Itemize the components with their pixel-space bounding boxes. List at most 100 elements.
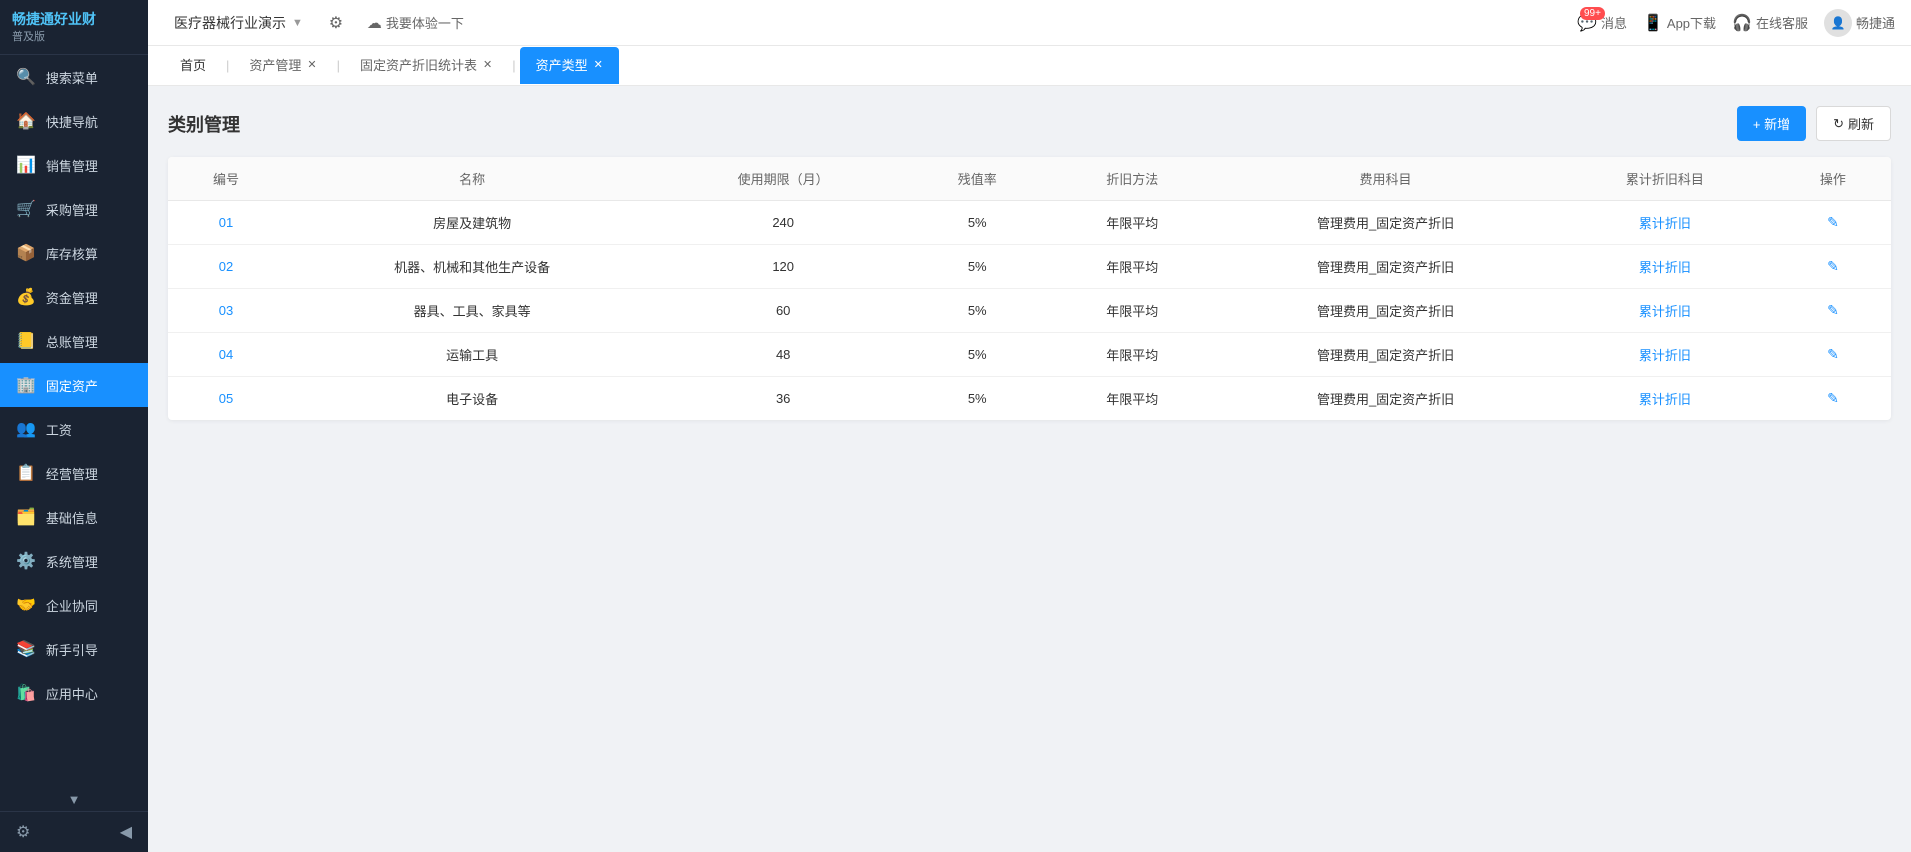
cell-residual: 5% — [906, 245, 1048, 289]
message-label: 消息 — [1601, 13, 1627, 32]
sidebar-item-ledger[interactable]: 📒总账管理 — [0, 319, 148, 363]
cell-expense: 管理费用_固定资产折旧 — [1216, 201, 1555, 245]
cell-code: 05 — [168, 377, 284, 421]
cell-method: 年限平均 — [1048, 333, 1216, 377]
sidebar-item-label-search: 搜索菜单 — [46, 68, 98, 87]
sidebar-item-payroll[interactable]: 👥工资 — [0, 407, 148, 451]
company-name: 医疗器械行业演示 — [174, 13, 286, 33]
sidebar-collapse-icon[interactable]: ◀ — [120, 822, 132, 842]
asset-type-table: 编号名称使用期限（月）残值率折旧方法费用科目累计折旧科目操作 01房屋及建筑物2… — [168, 157, 1891, 420]
topbar-action-app_download[interactable]: 📱App下载 — [1643, 13, 1716, 33]
cell-code: 04 — [168, 333, 284, 377]
sidebar-item-label-capital: 资金管理 — [46, 288, 98, 307]
edit-icon-2[interactable]: ✎ — [1827, 302, 1839, 318]
topbar-action-customer_service[interactable]: 🎧在线客服 — [1732, 13, 1808, 33]
topbar-action-user[interactable]: 👤畅捷通 — [1824, 9, 1895, 37]
sidebar-item-inventory[interactable]: 📦库存核算 — [0, 231, 148, 275]
cloud-icon: ☁ — [367, 14, 382, 32]
table-row: 05电子设备365%年限平均管理费用_固定资产折旧累计折旧✎ — [168, 377, 1891, 421]
cell-period: 48 — [660, 333, 906, 377]
sidebar-item-newbie[interactable]: 📚新手引导 — [0, 627, 148, 671]
cell-method: 年限平均 — [1048, 377, 1216, 421]
edit-icon-0[interactable]: ✎ — [1827, 214, 1839, 230]
sidebar-item-label-operations: 经营管理 — [46, 464, 98, 483]
sidebar-item-appstore[interactable]: 🛍️ 应用中心 — [0, 671, 148, 715]
sidebar-item-capital[interactable]: 💰资金管理 — [0, 275, 148, 319]
nav-icon-inventory: 📦 — [16, 243, 36, 263]
refresh-button[interactable]: ↻ 刷新 — [1816, 106, 1891, 141]
cell-name: 器具、工具、家具等 — [284, 289, 660, 333]
tab-close-asset_mgmt[interactable]: ✕ — [307, 58, 316, 71]
cell-code: 03 — [168, 289, 284, 333]
col-header-名称: 名称 — [284, 157, 660, 201]
tabbar: 首页|资产管理 ✕|固定资产折旧统计表 ✕|资产类型 ✕ — [148, 46, 1911, 86]
sidebar-item-label-fixed: 固定资产 — [46, 376, 98, 395]
cell-accumulated: 累计折旧 — [1555, 289, 1775, 333]
cell-residual: 5% — [906, 377, 1048, 421]
edit-icon-1[interactable]: ✎ — [1827, 258, 1839, 274]
company-settings-button[interactable]: ⚙ — [321, 8, 351, 38]
sidebar-item-collab[interactable]: 🤝企业协同 — [0, 583, 148, 627]
table-row: 02机器、机械和其他生产设备1205%年限平均管理费用_固定资产折旧累计折旧✎ — [168, 245, 1891, 289]
cell-edit[interactable]: ✎ — [1775, 289, 1891, 333]
cell-accumulated: 累计折旧 — [1555, 201, 1775, 245]
page-header: 类别管理 + 新增 ↻ 刷新 — [168, 106, 1891, 141]
sidebar: 畅捷通好业财 普及版 🔍搜索菜单🏠快捷导航📊销售管理🛒采购管理📦库存核算💰资金管… — [0, 0, 148, 852]
nav-icon-system: ⚙️ — [16, 551, 36, 571]
col-header-累计折旧科目: 累计折旧科目 — [1555, 157, 1775, 201]
cell-method: 年限平均 — [1048, 201, 1216, 245]
edit-icon-3[interactable]: ✎ — [1827, 346, 1839, 362]
cell-edit[interactable]: ✎ — [1775, 201, 1891, 245]
cell-accumulated: 累计折旧 — [1555, 245, 1775, 289]
sidebar-item-sales[interactable]: 📊销售管理 — [0, 143, 148, 187]
cell-name: 电子设备 — [284, 377, 660, 421]
topbar: 医疗器械行业演示 ▼ ⚙ ☁ 我要体验一下 💬99+消息 📱App下载 🎧在线客服 👤… — [148, 0, 1911, 46]
tab-home[interactable]: 首页 — [164, 47, 222, 84]
nav-icon-sales: 📊 — [16, 155, 36, 175]
tab-asset_mgmt[interactable]: 资产管理 ✕ — [233, 47, 332, 84]
company-dropdown-icon[interactable]: ▼ — [292, 17, 303, 29]
tab-asset_type[interactable]: 资产类型 ✕ — [520, 47, 619, 84]
sidebar-item-operations[interactable]: 📋经营管理 — [0, 451, 148, 495]
page-title: 类别管理 — [168, 111, 240, 137]
sidebar-item-basics[interactable]: 🗂️基础信息 — [0, 495, 148, 539]
cell-edit[interactable]: ✎ — [1775, 333, 1891, 377]
cell-code: 01 — [168, 201, 284, 245]
sidebar-item-search[interactable]: 🔍搜索菜单 — [0, 55, 148, 99]
sidebar-item-label-appstore: 应用中心 — [46, 684, 98, 703]
sidebar-item-quicknav[interactable]: 🏠 快捷导航 — [0, 99, 148, 143]
sidebar-item-label-collab: 企业协同 — [46, 596, 98, 615]
tab-label-asset_mgmt: 资产管理 — [249, 55, 301, 74]
sidebar-item-purchase[interactable]: 🛒 采购管理 — [0, 187, 148, 231]
nav-icon-purchase: 🛒 — [16, 199, 36, 219]
nav-icon-quicknav: 🏠 — [16, 111, 36, 131]
sidebar-item-fixed[interactable]: 🏢固定资产 — [0, 363, 148, 407]
topbar-action-message[interactable]: 💬99+消息 — [1577, 13, 1627, 33]
try-label: 我要体验一下 — [386, 13, 464, 32]
sidebar-item-label-basics: 基础信息 — [46, 508, 98, 527]
sidebar-scroll-btn[interactable]: ▼ — [0, 788, 148, 811]
cell-edit[interactable]: ✎ — [1775, 377, 1891, 421]
cell-period: 60 — [660, 289, 906, 333]
company-selector[interactable]: 医疗器械行业演示 ▼ — [164, 9, 313, 37]
col-header-使用期限（月）: 使用期限（月） — [660, 157, 906, 201]
cell-residual: 5% — [906, 333, 1048, 377]
tab-depreciation[interactable]: 固定资产折旧统计表 ✕ — [344, 47, 508, 84]
sidebar-item-label-purchase: 采购管理 — [46, 200, 98, 219]
badge-message: 99+ — [1580, 7, 1605, 20]
tab-close-depreciation[interactable]: ✕ — [483, 58, 492, 71]
tab-separator-2: | — [337, 58, 340, 73]
cell-period: 36 — [660, 377, 906, 421]
sidebar-settings-icon[interactable]: ⚙ — [16, 822, 30, 842]
cell-edit[interactable]: ✎ — [1775, 245, 1891, 289]
tab-close-asset_type[interactable]: ✕ — [594, 58, 603, 71]
cell-residual: 5% — [906, 201, 1048, 245]
try-experience-button[interactable]: ☁ 我要体验一下 — [359, 9, 472, 36]
nav-icon-appstore: 🛍️ — [16, 683, 36, 703]
cell-name: 运输工具 — [284, 333, 660, 377]
new-button[interactable]: + 新增 — [1737, 106, 1806, 141]
edit-icon-4[interactable]: ✎ — [1827, 390, 1839, 406]
sidebar-footer: ⚙ ◀ — [0, 811, 148, 852]
sidebar-item-system[interactable]: ⚙️系统管理 — [0, 539, 148, 583]
sidebar-item-label-quicknav: 快捷导航 — [46, 112, 98, 131]
